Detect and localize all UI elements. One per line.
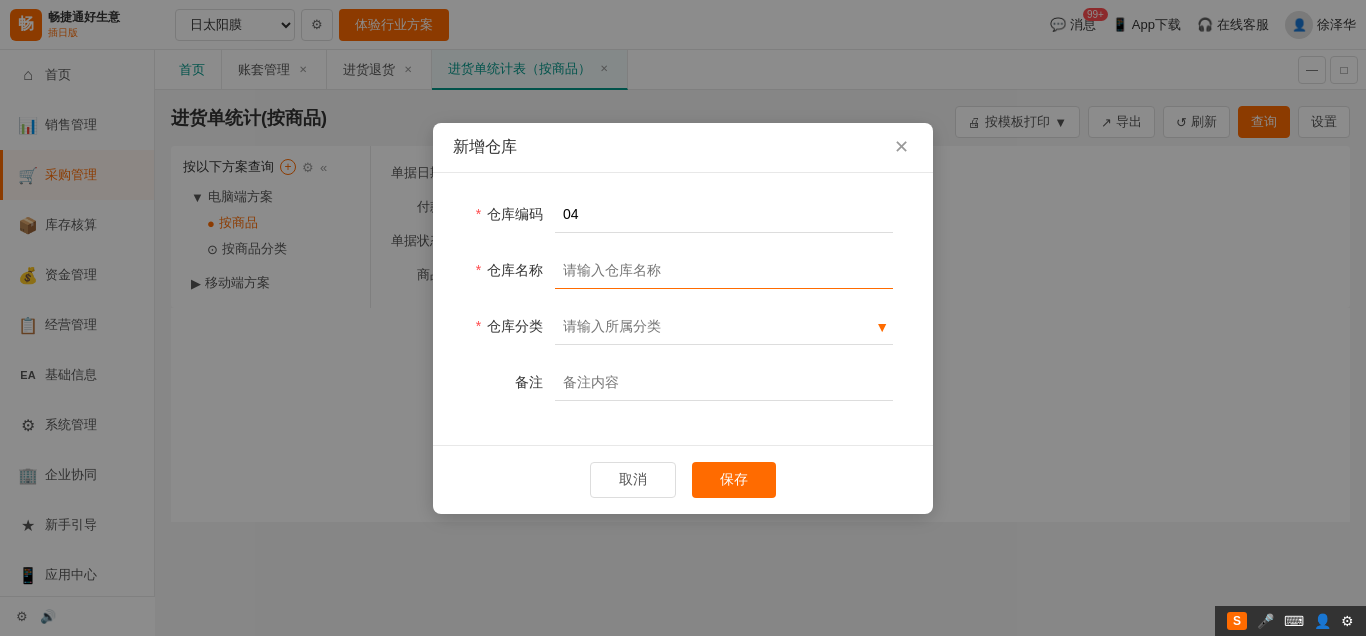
category-label: * 仓库分类 — [473, 318, 543, 336]
keyboard-icon[interactable]: ⌨ — [1284, 613, 1304, 629]
modal-footer: 取消 保存 — [433, 445, 933, 514]
modal-title: 新增仓库 — [453, 137, 517, 158]
note-label: 备注 — [473, 374, 543, 392]
status-bar: S 🎤 ⌨ 👤 ⚙ — [1215, 606, 1366, 636]
note-input[interactable] — [555, 365, 893, 401]
cancel-button[interactable]: 取消 — [590, 462, 676, 498]
required-star-category: * — [476, 318, 481, 334]
modal-header: 新增仓库 ✕ — [433, 123, 933, 173]
modal-close-button[interactable]: ✕ — [889, 135, 913, 159]
code-input[interactable] — [555, 197, 893, 233]
settings-bottom-bar-icon[interactable]: ⚙ — [1341, 613, 1354, 629]
mic-icon[interactable]: 🎤 — [1257, 613, 1274, 629]
code-label: * 仓库编码 — [473, 206, 543, 224]
category-dropdown-icon: ▼ — [875, 319, 889, 335]
required-star-name: * — [476, 262, 481, 278]
category-input[interactable] — [555, 309, 893, 345]
form-row-category: * 仓库分类 ▼ — [473, 309, 893, 345]
name-label: * 仓库名称 — [473, 262, 543, 280]
modal-overlay[interactable]: 新增仓库 ✕ * 仓库编码 * 仓库名称 — [0, 0, 1366, 636]
user-bottom-icon[interactable]: 👤 — [1314, 613, 1331, 629]
s-icon: S — [1227, 612, 1247, 630]
name-input[interactable] — [555, 253, 893, 289]
form-row-name: * 仓库名称 — [473, 253, 893, 289]
add-warehouse-modal: 新增仓库 ✕ * 仓库编码 * 仓库名称 — [433, 123, 933, 514]
form-row-code: * 仓库编码 — [473, 197, 893, 233]
category-select-wrapper: ▼ — [555, 309, 893, 345]
required-star-code: * — [476, 206, 481, 222]
form-row-note: 备注 — [473, 365, 893, 401]
modal-body: * 仓库编码 * 仓库名称 * 仓库分类 — [433, 173, 933, 445]
save-button[interactable]: 保存 — [692, 462, 776, 498]
